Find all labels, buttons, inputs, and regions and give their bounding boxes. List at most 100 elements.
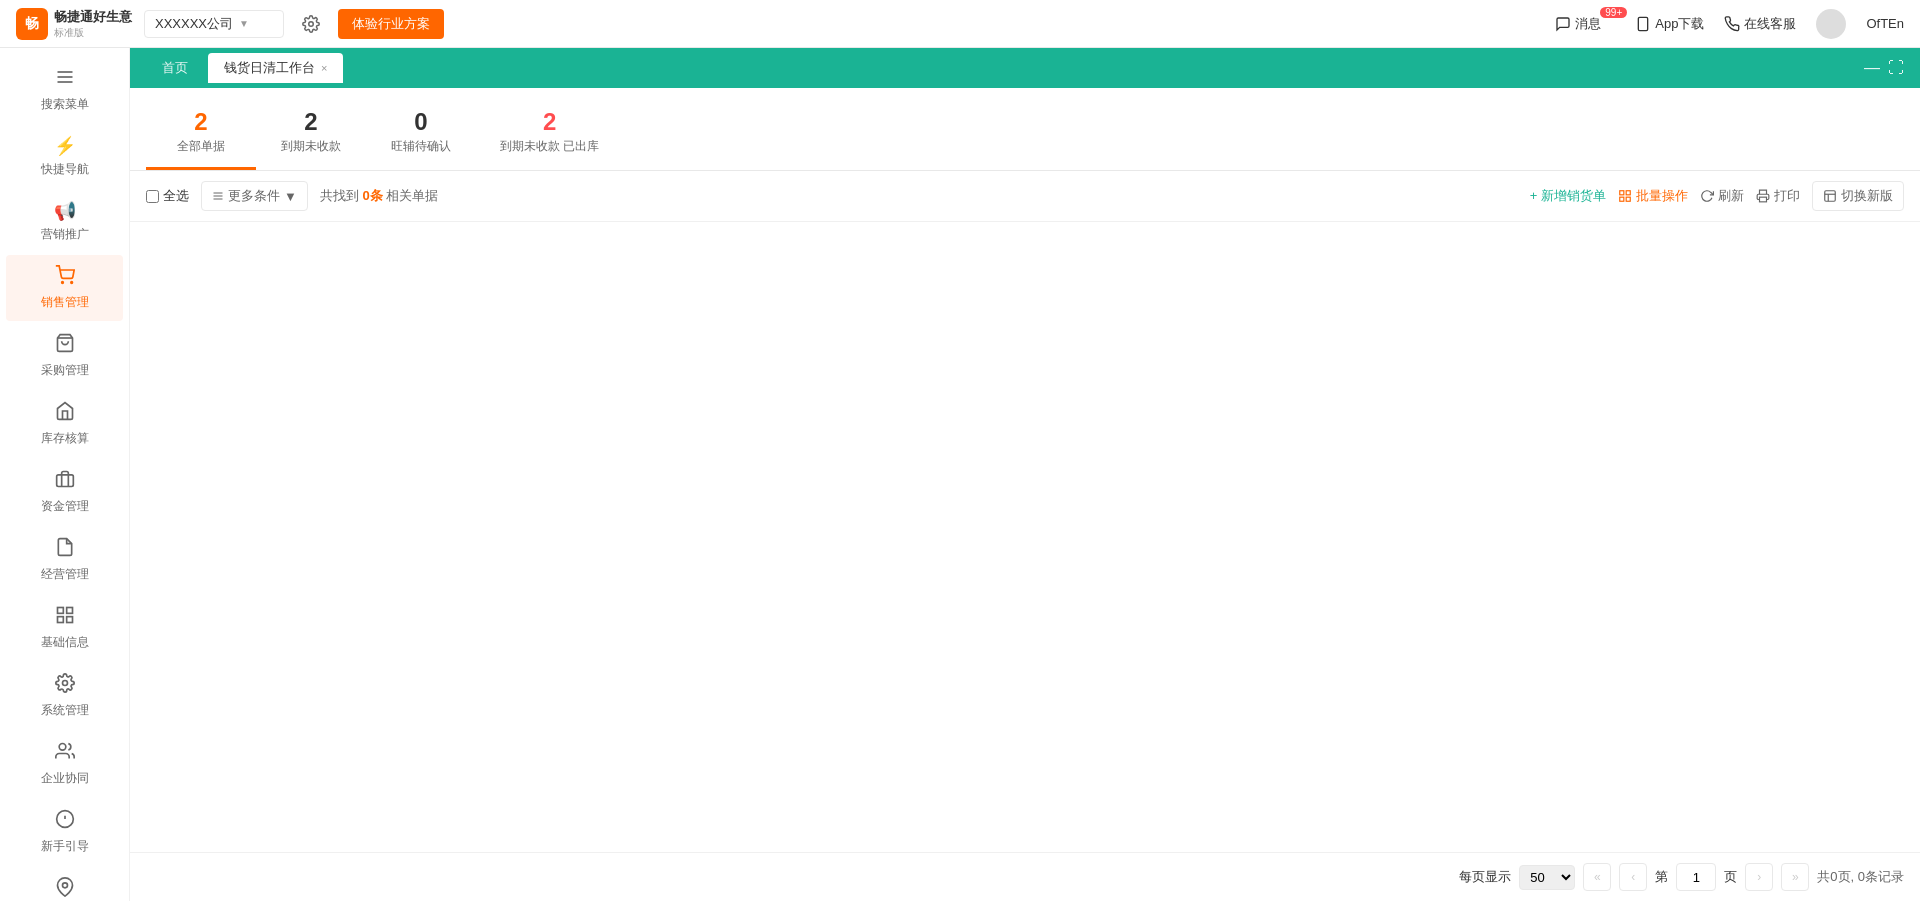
tab-work-bench-label: 钱货日清工作台 — [224, 59, 315, 77]
stat-num-all: 2 — [194, 108, 207, 136]
next-page-button[interactable]: › — [1745, 863, 1773, 891]
svg-rect-12 — [66, 617, 72, 623]
sidebar-item-operations[interactable]: 经营管理 — [6, 527, 123, 593]
stats-tabs: 2 全部单据 2 到期未收款 0 旺辅待确认 2 到期未收款 已出库 — [130, 88, 1920, 171]
sidebar-label: 营销推广 — [41, 226, 89, 243]
tab-controls: — ⛶ — [1864, 59, 1904, 77]
switch-version-label: 切换新版 — [1841, 187, 1893, 205]
select-all-input[interactable] — [146, 190, 159, 203]
sidebar-item-purchase[interactable]: 采购管理 — [6, 323, 123, 389]
message-label: 消息 — [1575, 15, 1601, 33]
company-selector[interactable]: XXXXXX公司 ▼ — [144, 10, 284, 38]
content-area: 首页 钱货日清工作台 × — ⛶ 2 全部单据 2 到期未 — [130, 48, 1920, 901]
refresh-label: 刷新 — [1718, 187, 1744, 205]
sidebar-label: 经营管理 — [41, 566, 89, 583]
system-icon — [55, 673, 75, 698]
found-prefix: 共找到 — [320, 188, 359, 203]
sidebar-item-system[interactable]: 系统管理 — [6, 663, 123, 729]
sidebar-item-sales[interactable]: 销售管理 — [6, 255, 123, 321]
sidebar-item-basic-info[interactable]: 基础信息 — [6, 595, 123, 661]
sidebar-item-app-center[interactable]: 应用中心 — [6, 867, 123, 901]
trial-button[interactable]: 体验行业方案 — [338, 9, 444, 39]
total-info: 共0页, 0条记录 — [1817, 868, 1904, 886]
batch-operation-label: 批量操作 — [1636, 187, 1688, 205]
message-button[interactable]: 消息 99+ — [1555, 15, 1615, 33]
refresh-button[interactable]: 刷新 — [1700, 187, 1744, 205]
stat-tab-all[interactable]: 2 全部单据 — [146, 100, 256, 170]
add-sales-order-button[interactable]: + 新增销货单 — [1530, 187, 1606, 205]
logo-text: 畅捷通好生意 标准版 — [54, 8, 132, 40]
purchase-icon — [55, 333, 75, 358]
tab-minimize-button[interactable]: — — [1864, 59, 1880, 77]
app-label: App下载 — [1655, 15, 1704, 33]
sidebar-item-finance[interactable]: 资金管理 — [6, 459, 123, 525]
found-suffix: 相关单据 — [386, 188, 438, 203]
logo-icon: 畅 — [16, 8, 48, 40]
username[interactable]: OfTEn — [1866, 16, 1904, 31]
service-label: 在线客服 — [1744, 15, 1796, 33]
svg-rect-11 — [66, 608, 72, 614]
svg-point-19 — [62, 883, 67, 888]
first-page-button[interactable]: « — [1583, 863, 1611, 891]
guide-icon — [55, 809, 75, 834]
page-prefix: 第 — [1655, 868, 1668, 886]
svg-rect-1 — [1639, 17, 1648, 30]
sales-icon — [55, 265, 75, 290]
online-service-button[interactable]: 在线客服 — [1724, 15, 1796, 33]
sidebar-label: 资金管理 — [41, 498, 89, 515]
sidebar-item-cooperation[interactable]: 企业协同 — [6, 731, 123, 797]
batch-operation-button[interactable]: 批量操作 — [1618, 187, 1688, 205]
svg-rect-9 — [56, 475, 73, 487]
more-conditions-button[interactable]: 更多条件 ▼ — [201, 181, 308, 211]
top-header: 畅 畅捷通好生意 标准版 XXXXXX公司 ▼ 体验行业方案 消息 99+ Ap… — [0, 0, 1920, 48]
stat-tab-overdue[interactable]: 2 到期未收款 — [256, 100, 366, 170]
stat-label-overdue: 到期未收款 — [281, 138, 341, 155]
svg-rect-10 — [57, 608, 63, 614]
switch-version-button[interactable]: 切换新版 — [1812, 181, 1904, 211]
stat-label-all: 全部单据 — [177, 138, 225, 155]
current-page-input[interactable] — [1676, 863, 1716, 891]
message-badge: 99+ — [1600, 7, 1627, 18]
tab-home[interactable]: 首页 — [146, 53, 204, 83]
per-page-label: 每页显示 — [1459, 868, 1511, 886]
select-all-label: 全选 — [163, 187, 189, 205]
sidebar-label: 新手引导 — [41, 838, 89, 855]
svg-rect-24 — [1626, 191, 1630, 195]
stat-tab-overdue-out[interactable]: 2 到期未收款 已出库 — [476, 100, 623, 170]
tab-close-icon[interactable]: × — [321, 62, 327, 74]
sidebar-item-inventory[interactable]: 库存核算 — [6, 391, 123, 457]
stat-label-pending: 旺辅待确认 — [391, 138, 451, 155]
sidebar-label: 企业协同 — [41, 770, 89, 787]
search-menu-icon — [55, 67, 75, 92]
svg-rect-26 — [1620, 197, 1624, 201]
sidebar-item-quick-nav[interactable]: ⚡ 快捷导航 — [6, 125, 123, 188]
per-page-select[interactable]: 50 100 200 — [1519, 865, 1575, 890]
tab-maximize-button[interactable]: ⛶ — [1888, 59, 1904, 77]
sidebar-item-marketing[interactable]: 📢 营销推广 — [6, 190, 123, 253]
settings-button[interactable] — [296, 9, 326, 39]
sidebar-item-search-menu[interactable]: 搜索菜单 — [6, 57, 123, 123]
finance-icon — [55, 469, 75, 494]
stat-num-overdue: 2 — [304, 108, 317, 136]
select-all-checkbox[interactable]: 全选 — [146, 187, 189, 205]
print-label: 打印 — [1774, 187, 1800, 205]
stat-tab-pending[interactable]: 0 旺辅待确认 — [366, 100, 476, 170]
quick-nav-icon: ⚡ — [54, 135, 76, 157]
svg-point-14 — [62, 681, 67, 686]
avatar — [1816, 9, 1846, 39]
sidebar-item-guide[interactable]: 新手引导 — [6, 799, 123, 865]
stat-num-pending: 0 — [414, 108, 427, 136]
svg-rect-25 — [1626, 197, 1630, 201]
prev-page-button[interactable]: ‹ — [1619, 863, 1647, 891]
header-left: 畅 畅捷通好生意 标准版 XXXXXX公司 ▼ 体验行业方案 — [16, 8, 444, 40]
logo-sub: 标准版 — [54, 26, 132, 40]
operations-icon — [55, 537, 75, 562]
print-button[interactable]: 打印 — [1756, 187, 1800, 205]
svg-point-7 — [70, 282, 72, 284]
svg-rect-27 — [1760, 197, 1767, 202]
tab-home-label: 首页 — [162, 59, 188, 77]
tab-work-bench[interactable]: 钱货日清工作台 × — [208, 53, 343, 83]
sidebar-label: 快捷导航 — [41, 161, 89, 178]
app-download-button[interactable]: App下载 — [1635, 15, 1704, 33]
last-page-button[interactable]: » — [1781, 863, 1809, 891]
